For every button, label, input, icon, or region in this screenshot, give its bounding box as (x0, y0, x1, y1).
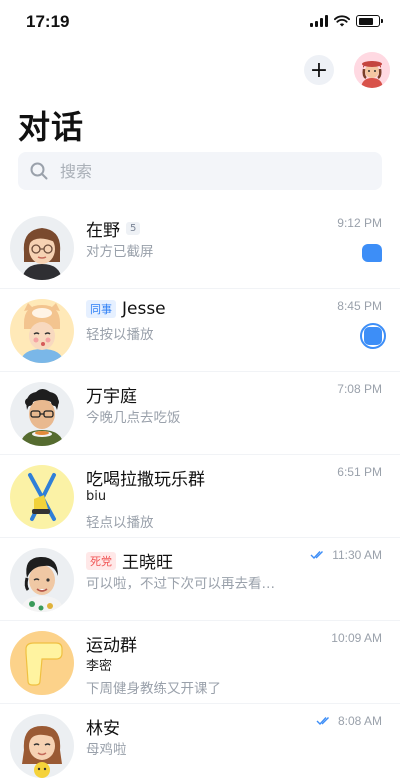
message-preview: 轻点以播放 (86, 515, 154, 531)
avatar (10, 382, 74, 446)
timestamp-text: 8:45 PM (337, 299, 382, 313)
name-row: 林安 (86, 714, 120, 739)
search-icon (30, 162, 48, 180)
count-badge: 5 (126, 222, 141, 235)
avatar (10, 216, 74, 280)
avatar (10, 714, 74, 778)
conversation-item[interactable]: 吃喝拉撒玩乐群 6:51 PM biu 轻点以播放 (0, 455, 400, 538)
conversation-item[interactable]: 林安 8:08 AM 母鸡啦 (0, 704, 400, 780)
conversation-item[interactable]: 运动群 10:09 AM 李密 下周健身教练又开课了 (0, 621, 400, 704)
message-preview: 下周健身教练又开课了 (86, 681, 221, 697)
timestamp-text: 10:09 AM (331, 631, 382, 645)
timestamp-text: 7:08 PM (337, 382, 382, 396)
contact-name: 王晓旺 (122, 553, 173, 573)
conversation-list: 在野 5 9:12 PM 对方已截屏 同事 Jesse 8:45 PM 轻按以播… (0, 206, 400, 780)
cellular-signal-icon (310, 15, 328, 27)
status-bar: 17:19 (0, 0, 400, 46)
group-name: 运动群 (86, 636, 137, 656)
name-row: 吃喝拉撒玩乐群 (86, 465, 205, 490)
timestamp: 10:09 AM (331, 631, 382, 645)
timestamp: 9:12 PM (337, 216, 382, 230)
timestamp: 11:30 AM (310, 548, 382, 562)
timestamp-text: 11:30 AM (332, 548, 382, 562)
double-check-icon (316, 717, 329, 726)
avatar (10, 631, 74, 695)
name-row: 同事 Jesse (86, 299, 166, 319)
message-preview: 轻按以播放 (86, 327, 154, 343)
conversation-item[interactable]: 在野 5 9:12 PM 对方已截屏 (0, 206, 400, 289)
name-row: 运动群 (86, 631, 137, 656)
sender-name: 李密 (86, 659, 113, 674)
search-bar[interactable] (18, 152, 382, 190)
timestamp-text: 6:51 PM (337, 465, 382, 479)
relationship-tag: 同事 (86, 300, 116, 318)
search-input[interactable] (60, 161, 360, 181)
name-row: 在野 5 (86, 216, 141, 241)
double-check-icon (310, 551, 324, 560)
timestamp-text: 9:12 PM (337, 216, 382, 230)
group-name: 吃喝拉撒玩乐群 (86, 470, 205, 490)
relationship-tag: 死党 (86, 551, 116, 570)
battery-icon (356, 15, 383, 27)
page-title: 对话 (18, 108, 85, 146)
wifi-icon (334, 15, 350, 27)
timestamp: 8:08 AM (316, 714, 382, 728)
contact-name: 在野 (86, 221, 120, 241)
timestamp: 7:08 PM (337, 382, 382, 396)
timestamp-text: 8:08 AM (337, 714, 382, 728)
sender-name: biu (86, 489, 107, 504)
profile-avatar[interactable] (354, 52, 390, 88)
timestamp: 8:45 PM (337, 299, 382, 313)
conversation-item[interactable]: 万宇庭 7:08 PM 今晚几点去吃饭 (0, 372, 400, 455)
contact-name: 万宇庭 (86, 387, 137, 407)
message-preview: 今晚几点去吃饭 (86, 410, 181, 426)
timestamp: 6:51 PM (337, 465, 382, 479)
message-preview: 母鸡啦 (86, 742, 127, 758)
add-button[interactable]: + (304, 55, 334, 85)
avatar (10, 465, 74, 529)
message-preview: 可以啦，不过下次可以再去看… (86, 576, 275, 592)
contact-name: Jesse (122, 299, 166, 319)
message-preview: 对方已截屏 (86, 244, 154, 260)
chat-bubble-icon (362, 244, 382, 262)
header-actions: + (304, 52, 390, 88)
status-time: 17:19 (26, 12, 70, 31)
avatar (10, 299, 74, 363)
status-icons (310, 15, 383, 27)
conversation-item[interactable]: 死党 王晓旺 11:30 AM 可以啦，不过下次可以再去看… (0, 538, 400, 621)
name-row: 万宇庭 (86, 382, 137, 407)
name-row: 死党 王晓旺 (86, 548, 173, 573)
voice-message-icon[interactable] (360, 323, 386, 349)
contact-name: 林安 (86, 719, 120, 739)
conversation-item[interactable]: 同事 Jesse 8:45 PM 轻按以播放 (0, 289, 400, 372)
avatar (10, 548, 74, 612)
